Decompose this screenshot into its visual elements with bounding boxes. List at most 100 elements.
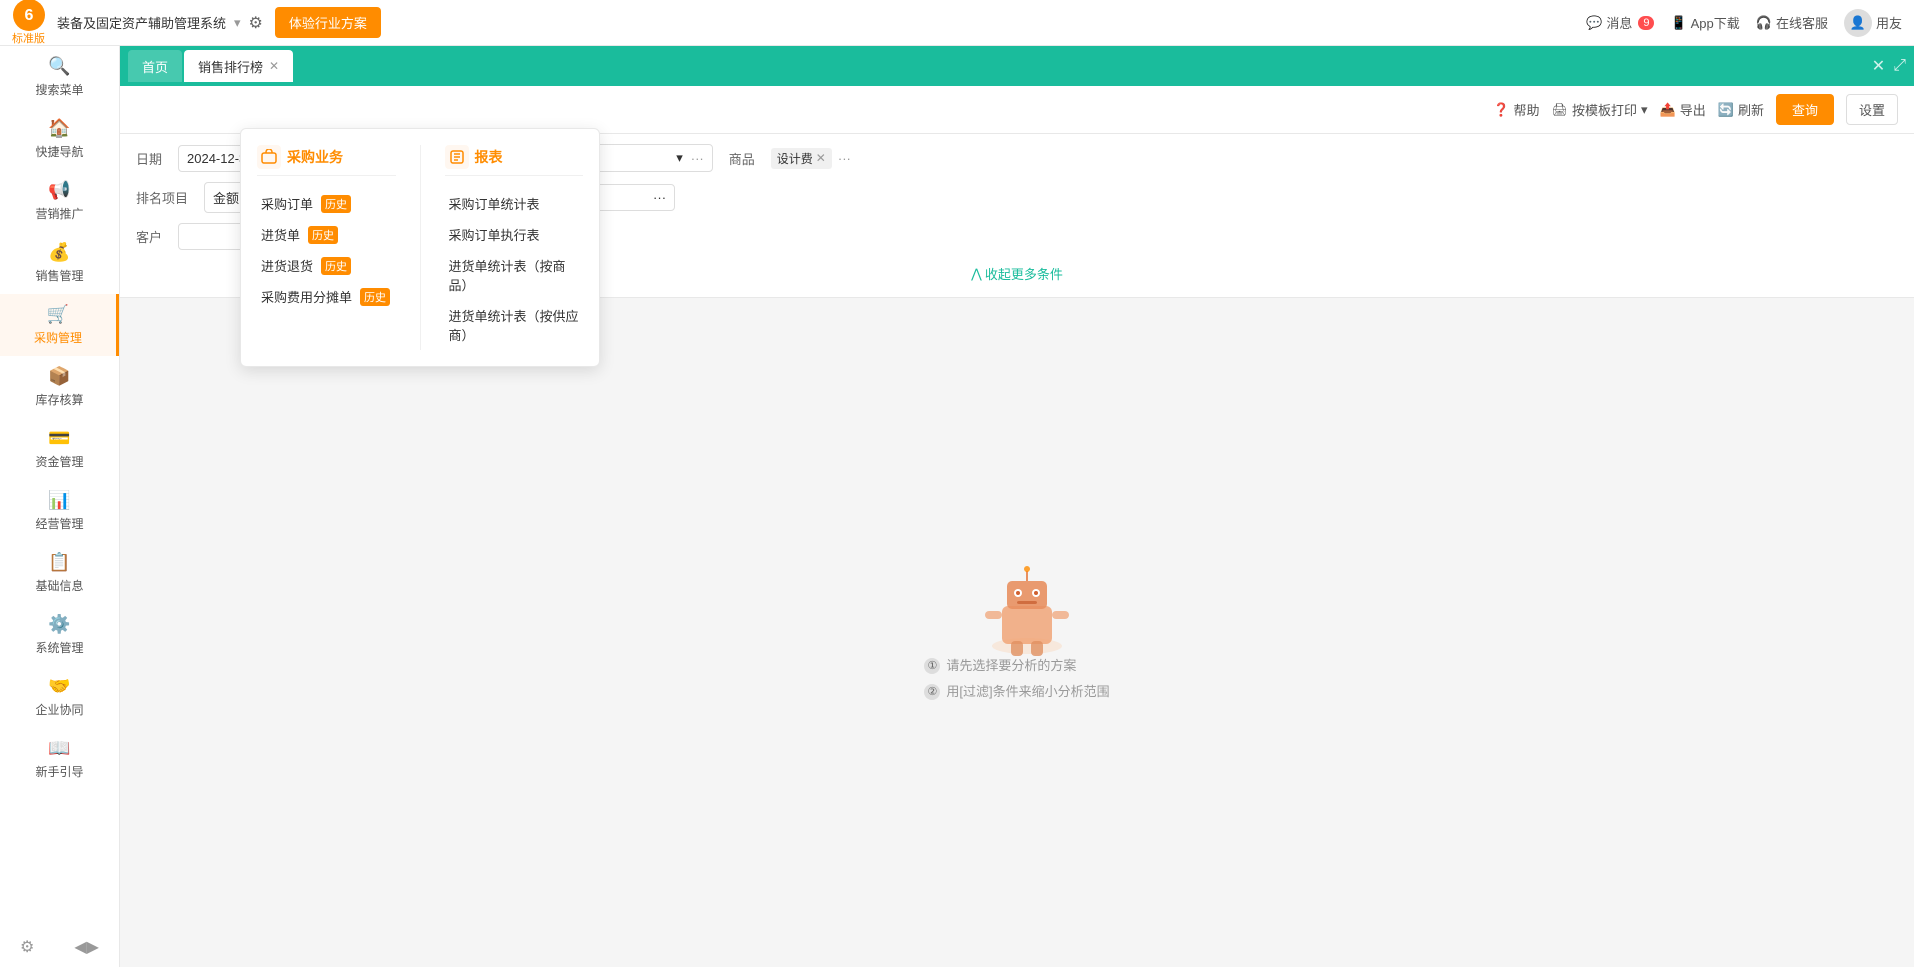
- sidebar-item-label: 资金管理: [35, 453, 83, 470]
- tab-home[interactable]: 首页: [128, 50, 182, 82]
- purchase-expense-label: 采购费用分摊单: [261, 287, 352, 306]
- sidebar-item-label: 采购管理: [34, 329, 82, 346]
- tab-close-icon[interactable]: ✕: [269, 59, 279, 73]
- menu-item-order-exec[interactable]: 采购订单执行表: [445, 219, 584, 250]
- sidebar-item-label: 经营管理: [35, 515, 83, 532]
- purchase-expense-history: 历史: [360, 288, 390, 306]
- refresh-button[interactable]: 🔄 刷新: [1718, 100, 1764, 119]
- tip-text-2: 用[过滤]条件来缩小分析范围: [946, 679, 1109, 705]
- online-service-label: 在线客服: [1776, 13, 1828, 32]
- message-badge: 9: [1638, 16, 1654, 30]
- tab-sales-rank[interactable]: 销售排行榜 ✕: [184, 50, 293, 82]
- empty-illustration: [967, 561, 1067, 641]
- export-label: 导出: [1680, 100, 1706, 119]
- print-dropdown-icon[interactable]: ▾: [1641, 102, 1648, 118]
- system-title: 装备及固定资产辅助管理系统: [57, 13, 226, 32]
- sidebar-item-inventory[interactable]: 📦 库存核算: [0, 356, 119, 418]
- app-download-button[interactable]: 📱 App下载: [1670, 13, 1739, 32]
- more-dots: ···: [691, 151, 704, 166]
- goods-tag: 设计费 ✕: [771, 148, 832, 169]
- management-icon: 📊: [48, 490, 70, 511]
- sidebar-item-management[interactable]: 📊 经营管理: [0, 480, 119, 542]
- menu-item-purchase-order[interactable]: 采购订单 历史: [257, 188, 396, 219]
- stock-stats-goods-label: 进货单统计表（按商品）: [449, 256, 580, 294]
- gear-icon[interactable]: ⚙: [249, 13, 263, 33]
- sidebar-item-system[interactable]: ⚙️ 系统管理: [0, 604, 119, 666]
- marketing-icon: 📢: [48, 180, 70, 201]
- refresh-icon: 🔄: [1718, 102, 1734, 118]
- online-service-button[interactable]: 🎧 在线客服: [1756, 13, 1828, 32]
- goods-tag-label: 设计费: [777, 150, 813, 167]
- logo-text: 标准版: [12, 33, 45, 46]
- print-button[interactable]: 🖨 按模板打印 ▾: [1552, 100, 1648, 119]
- sidebar-item-nav[interactable]: 🏠 快捷导航: [0, 108, 119, 170]
- stock-stats-supplier-label: 进货单统计表（按供应商）: [449, 306, 580, 344]
- main-layout: 🔍 搜索菜单 🏠 快捷导航 📢 营销推广 💰 销售管理 🛒 采购管理 📦: [0, 46, 1914, 967]
- report-section-title: 报表: [445, 145, 584, 176]
- industry-button[interactable]: 体验行业方案: [275, 7, 381, 38]
- refresh-label: 刷新: [1738, 100, 1764, 119]
- search-icon: 🔍: [48, 56, 70, 77]
- sidebar-item-label: 新手引导: [35, 763, 83, 780]
- tab-sales-rank-label: 销售排行榜: [198, 57, 263, 76]
- menu-item-stock-stats-supplier[interactable]: 进货单统计表（按供应商）: [445, 300, 584, 350]
- sidebar-item-label: 系统管理: [35, 639, 83, 656]
- sidebar-item-label: 搜索菜单: [35, 81, 83, 98]
- purchase-menu-section: 采购业务 采购订单 历史 进货单 历史 进货退货 历史: [257, 145, 396, 350]
- help-button[interactable]: ❓ 帮助: [1493, 100, 1539, 119]
- salesman-more-dots: ···: [653, 190, 666, 205]
- sidebar-item-search[interactable]: 🔍 搜索菜单: [0, 46, 119, 108]
- report-section-icon: [445, 145, 469, 169]
- sidebar-item-label: 快捷导航: [35, 143, 83, 160]
- purchase-title-text: 采购业务: [287, 147, 343, 167]
- sidebar-item-label: 基础信息: [35, 577, 83, 594]
- logo-icon: 6: [13, 0, 45, 31]
- user-avatar: 👤: [1844, 9, 1872, 37]
- sidebar-item-label: 企业协同: [35, 701, 83, 718]
- date-label: 日期: [136, 149, 162, 168]
- settings-bottom-icon[interactable]: ⚙: [20, 937, 34, 957]
- user-menu[interactable]: 👤 用友: [1844, 9, 1902, 37]
- message-button[interactable]: 💬 消息 9: [1586, 13, 1654, 32]
- maximize-icon[interactable]: ⤢: [1893, 57, 1906, 75]
- top-right-area: 💬 消息 9 📱 App下载 🎧 在线客服 👤 用友: [1586, 9, 1902, 37]
- headset-icon: 🎧: [1756, 15, 1772, 31]
- content-area: 首页 销售排行榜 ✕ ✕ ⤢ ❓ 帮助 🖨 按模板: [120, 46, 1914, 967]
- export-button[interactable]: 📤 导出: [1660, 100, 1706, 119]
- goods-tag-close[interactable]: ✕: [816, 151, 826, 165]
- collapse-label: 收起更多条件: [985, 264, 1063, 283]
- title-dropdown-arrow[interactable]: ▾: [234, 15, 241, 31]
- settings-button[interactable]: 设置: [1846, 94, 1898, 125]
- sidebar-item-sales[interactable]: 💰 销售管理: [0, 232, 119, 294]
- sidebar-bottom: ⚙ ◀▶: [0, 927, 119, 967]
- menu-item-purchase-expense[interactable]: 采购费用分摊单 历史: [257, 281, 396, 312]
- tab-bar: 首页 销售排行榜 ✕ ✕ ⤢: [120, 46, 1914, 86]
- sidebar-item-label: 销售管理: [35, 267, 83, 284]
- menu-item-order-stats[interactable]: 采购订单统计表: [445, 188, 584, 219]
- logo-wrapper: 6 标准版: [12, 0, 45, 46]
- sidebar-item-finance[interactable]: 💳 资金管理: [0, 418, 119, 480]
- close-all-tabs-icon[interactable]: ✕: [1872, 56, 1885, 76]
- menu-item-stock-stats-goods[interactable]: 进货单统计表（按商品）: [445, 250, 584, 300]
- guide-icon: 📖: [48, 738, 70, 759]
- order-exec-label: 采购订单执行表: [449, 225, 540, 244]
- query-button[interactable]: 查询: [1776, 94, 1834, 125]
- tab-home-label: 首页: [142, 57, 168, 76]
- sidebar-item-purchase[interactable]: 🛒 采购管理: [0, 294, 119, 356]
- collapse-button[interactable]: ⋀ 收起更多条件: [971, 264, 1063, 283]
- sidebar-item-cooperation[interactable]: 🤝 企业协同: [0, 666, 119, 728]
- menu-item-stock-in[interactable]: 进货单 历史: [257, 219, 396, 250]
- purchase-order-label: 采购订单: [261, 194, 313, 213]
- rank-value: 金额: [213, 188, 239, 207]
- cooperation-icon: 🤝: [48, 676, 70, 697]
- app-download-label: App下载: [1691, 13, 1740, 32]
- menu-item-stock-return[interactable]: 进货退货 历史: [257, 250, 396, 281]
- goods-label: 商品: [729, 149, 755, 168]
- tip-num-1: ①: [924, 658, 940, 674]
- sidebar-item-basic[interactable]: 📋 基础信息: [0, 542, 119, 604]
- dropdown-menu: 采购业务 采购订单 历史 进货单 历史 进货退货 历史: [240, 128, 600, 367]
- collapse-sidebar-icon[interactable]: ◀▶: [74, 937, 99, 957]
- sidebar-item-guide[interactable]: 📖 新手引导: [0, 728, 119, 790]
- sidebar-item-marketing[interactable]: 📢 营销推广: [0, 170, 119, 232]
- phone-icon: 📱: [1670, 15, 1686, 31]
